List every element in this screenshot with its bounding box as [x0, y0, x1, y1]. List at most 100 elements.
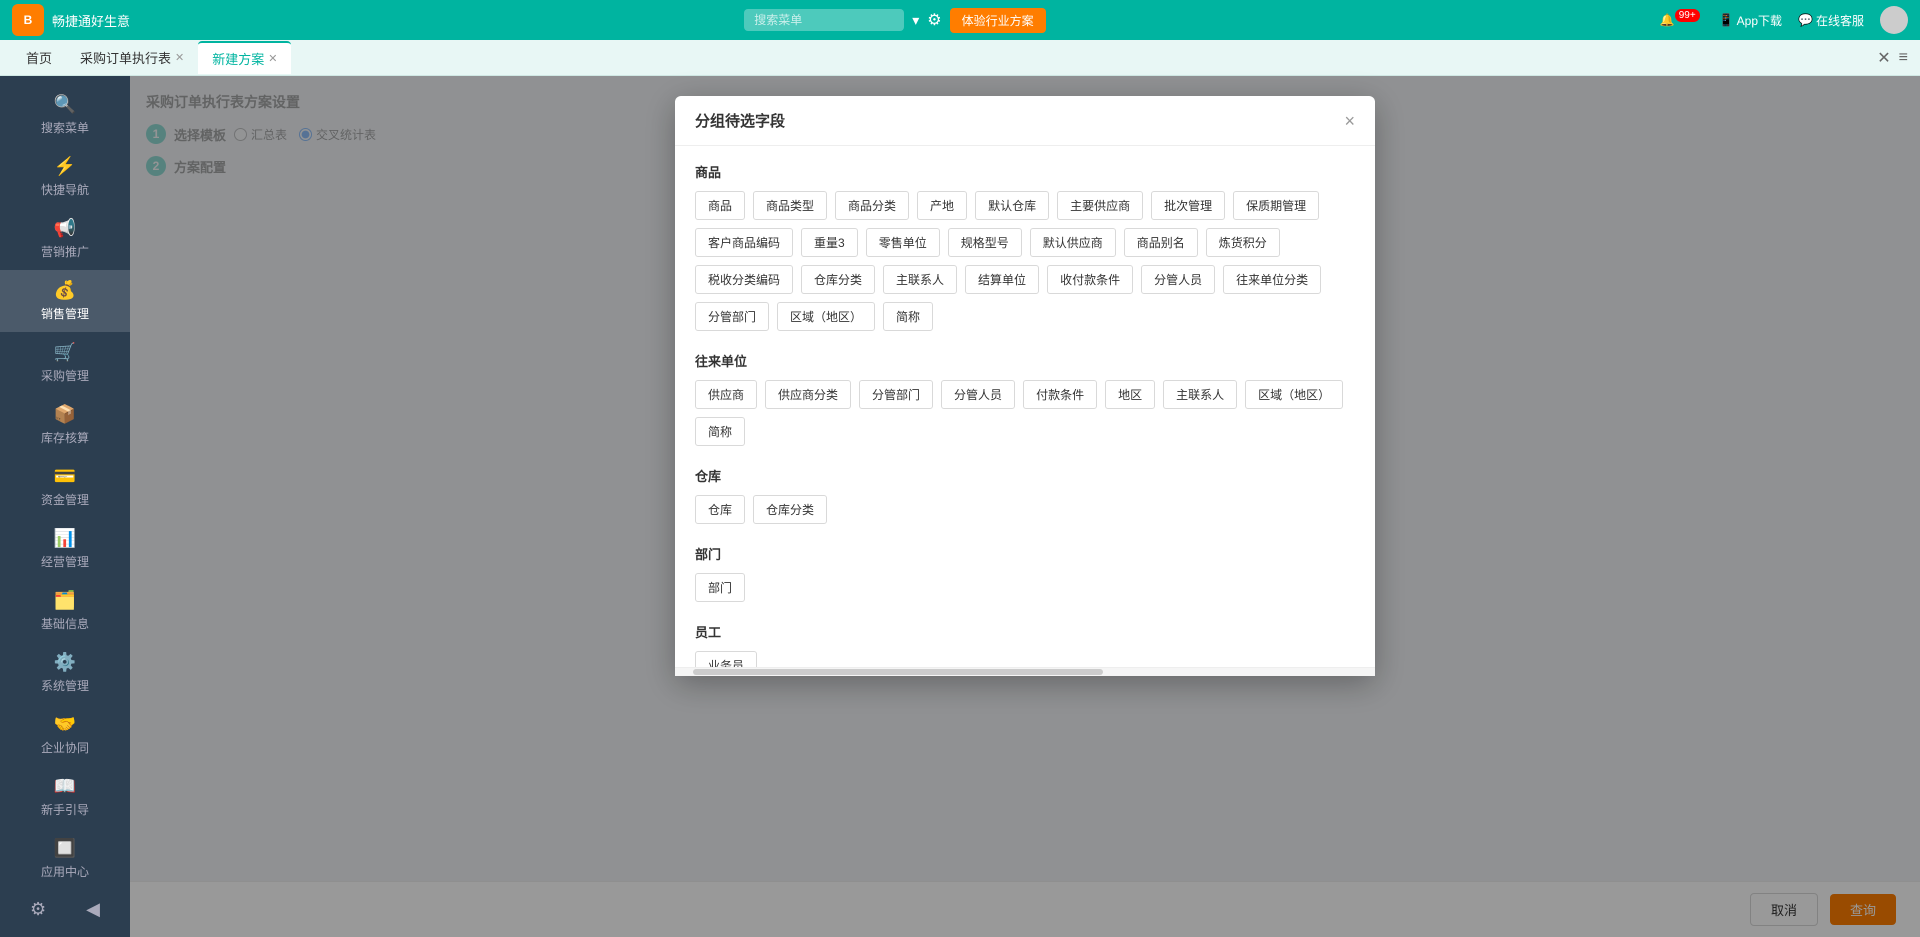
- field-tag[interactable]: 产地: [917, 191, 967, 220]
- logo-icon: B: [12, 4, 44, 36]
- field-tag[interactable]: 默认供应商: [1030, 228, 1116, 257]
- arrow-icon-bottom[interactable]: ◀: [86, 899, 100, 920]
- field-tag[interactable]: 结算单位: [965, 265, 1039, 294]
- field-tag[interactable]: 供应商: [695, 380, 757, 409]
- modal-hscrollbar[interactable]: [675, 667, 1375, 676]
- app-download-link[interactable]: 📱 App下载: [1719, 12, 1782, 29]
- sidebar-item-operation[interactable]: 📊 经营管理: [0, 518, 130, 580]
- field-tag[interactable]: 业务员: [695, 651, 757, 667]
- field-tag[interactable]: 商品分类: [835, 191, 909, 220]
- sidebar-item-search[interactable]: 🔍 搜索菜单: [0, 84, 130, 146]
- field-tag[interactable]: 供应商分类: [765, 380, 851, 409]
- sidebar-item-inventory[interactable]: 📦 库存核算: [0, 394, 130, 456]
- field-tag[interactable]: 分管人员: [1141, 265, 1215, 294]
- experience-btn[interactable]: 体验行业方案: [950, 8, 1046, 33]
- sidebar-item-quicknav[interactable]: ⚡ 快捷导航: [0, 146, 130, 208]
- marketing-icon: 📢: [54, 218, 76, 239]
- field-tag[interactable]: 简称: [883, 302, 933, 331]
- notification-area[interactable]: 🔔99+: [1660, 13, 1703, 27]
- field-tag[interactable]: 主联系人: [883, 265, 957, 294]
- field-tag[interactable]: 区域（地区）: [777, 302, 875, 331]
- field-tag[interactable]: 税收分类编码: [695, 265, 793, 294]
- logo-text: 畅捷通好生意: [52, 11, 130, 30]
- section-department-title: 部门: [695, 544, 1355, 563]
- field-tag[interactable]: 批次管理: [1151, 191, 1225, 220]
- tab-close-all[interactable]: ✕: [1877, 48, 1890, 68]
- section-product-fields: 商品 商品类型 商品分类 产地 默认仓库 主要供应商 批次管理 保质期管理 客户…: [695, 191, 1355, 331]
- field-tag[interactable]: 保质期管理: [1233, 191, 1319, 220]
- section-product: 商品 商品 商品类型 商品分类 产地 默认仓库 主要供应商 批次管理 保质期管理…: [695, 162, 1355, 331]
- notification-badge: 99+: [1675, 9, 1700, 22]
- scrollbar-thumb: [693, 669, 1103, 675]
- sidebar-item-system[interactable]: ⚙️ 系统管理: [0, 642, 130, 704]
- field-tag[interactable]: 付款条件: [1023, 380, 1097, 409]
- field-tag[interactable]: 区域（地区）: [1245, 380, 1343, 409]
- modal-body: 商品 商品 商品类型 商品分类 产地 默认仓库 主要供应商 批次管理 保质期管理…: [675, 146, 1375, 667]
- header-search-input[interactable]: [744, 9, 904, 31]
- search-icon: 🔍: [54, 94, 76, 115]
- field-tag[interactable]: 分管部门: [859, 380, 933, 409]
- modal-overlay: 分组待选字段 × 商品 商品 商品类型 商品分类 产地 默认仓库 主要供应商: [130, 76, 1920, 937]
- field-tag[interactable]: 商品别名: [1124, 228, 1198, 257]
- user-avatar[interactable]: [1880, 6, 1908, 34]
- gear-icon-bottom[interactable]: ⚙: [30, 899, 46, 920]
- field-tag[interactable]: 炼货积分: [1206, 228, 1280, 257]
- tab-menu-icon[interactable]: ≡: [1899, 49, 1908, 67]
- field-tag[interactable]: 部门: [695, 573, 745, 602]
- quicknav-icon: ⚡: [54, 156, 76, 177]
- field-tag[interactable]: 商品类型: [753, 191, 827, 220]
- sidebar-item-guide[interactable]: 📖 新手引导: [0, 766, 130, 828]
- sales-icon: 💰: [54, 280, 76, 301]
- field-tag[interactable]: 分管人员: [941, 380, 1015, 409]
- field-tag[interactable]: 往来单位分类: [1223, 265, 1321, 294]
- field-tag[interactable]: 规格型号: [948, 228, 1022, 257]
- inventory-icon: 📦: [54, 404, 76, 425]
- field-tag[interactable]: 主联系人: [1163, 380, 1237, 409]
- field-tag[interactable]: 分管部门: [695, 302, 769, 331]
- field-tag[interactable]: 客户商品编码: [695, 228, 793, 257]
- sidebar-item-marketing[interactable]: 📢 营销推广: [0, 208, 130, 270]
- section-warehouse: 仓库 仓库 仓库分类: [695, 466, 1355, 524]
- field-tag[interactable]: 仓库分类: [753, 495, 827, 524]
- tab-purchase-close[interactable]: ✕: [175, 51, 184, 64]
- sidebar-item-finance[interactable]: 💳 资金管理: [0, 456, 130, 518]
- coop-icon: 🤝: [54, 714, 76, 735]
- field-tag[interactable]: 重量3: [801, 228, 858, 257]
- sidebar-item-purchase[interactable]: 🛒 采购管理: [0, 332, 130, 394]
- section-product-title: 商品: [695, 162, 1355, 181]
- tab-new-plan-close[interactable]: ✕: [268, 52, 277, 65]
- section-employee-title: 员工: [695, 622, 1355, 641]
- field-tag[interactable]: 零售单位: [866, 228, 940, 257]
- modal-header: 分组待选字段 ×: [675, 96, 1375, 146]
- section-employee: 员工 业务员: [695, 622, 1355, 667]
- modal-dialog: 分组待选字段 × 商品 商品 商品类型 商品分类 产地 默认仓库 主要供应商: [675, 96, 1375, 676]
- section-warehouse-fields: 仓库 仓库分类: [695, 495, 1355, 524]
- field-tag[interactable]: 地区: [1105, 380, 1155, 409]
- purchase-icon: 🛒: [54, 342, 76, 363]
- field-tag[interactable]: 默认仓库: [975, 191, 1049, 220]
- field-tag[interactable]: 主要供应商: [1057, 191, 1143, 220]
- modal-close-button[interactable]: ×: [1344, 112, 1355, 130]
- online-service-link[interactable]: 💬 在线客服: [1798, 12, 1864, 29]
- section-warehouse-title: 仓库: [695, 466, 1355, 485]
- sidebar-item-coop[interactable]: 🤝 企业协同: [0, 704, 130, 766]
- field-tag[interactable]: 简称: [695, 417, 745, 446]
- dropdown-icon[interactable]: ▾: [912, 12, 919, 29]
- top-header: B 畅捷通好生意 ▾ ⚙ 体验行业方案 🔔99+ 📱 App下载 💬 在线客服: [0, 0, 1920, 40]
- field-tag[interactable]: 收付款条件: [1047, 265, 1133, 294]
- section-department: 部门 部门: [695, 544, 1355, 602]
- logo-area: B 畅捷通好生意: [12, 4, 130, 36]
- apps-icon: 🔲: [54, 838, 76, 859]
- sidebar-item-basic[interactable]: 🗂️ 基础信息: [0, 580, 130, 642]
- main-layout: 🔍 搜索菜单 ⚡ 快捷导航 📢 营销推广 💰 销售管理 🛒 采购管理 📦 库存核…: [0, 76, 1920, 937]
- sidebar-item-sales[interactable]: 💰 销售管理: [0, 270, 130, 332]
- content-area: 采购订单执行表方案设置 1 选择模板 汇总表 交叉统计表 2 方案配置: [130, 76, 1920, 937]
- tab-home[interactable]: 首页: [12, 42, 66, 73]
- field-tag[interactable]: 商品: [695, 191, 745, 220]
- tab-new-plan[interactable]: 新建方案 ✕: [198, 41, 291, 74]
- field-tag[interactable]: 仓库分类: [801, 265, 875, 294]
- field-tag[interactable]: 仓库: [695, 495, 745, 524]
- modal-title: 分组待选字段: [695, 110, 785, 131]
- tab-purchase[interactable]: 采购订单执行表 ✕: [66, 42, 198, 73]
- settings-icon[interactable]: ⚙: [927, 10, 941, 30]
